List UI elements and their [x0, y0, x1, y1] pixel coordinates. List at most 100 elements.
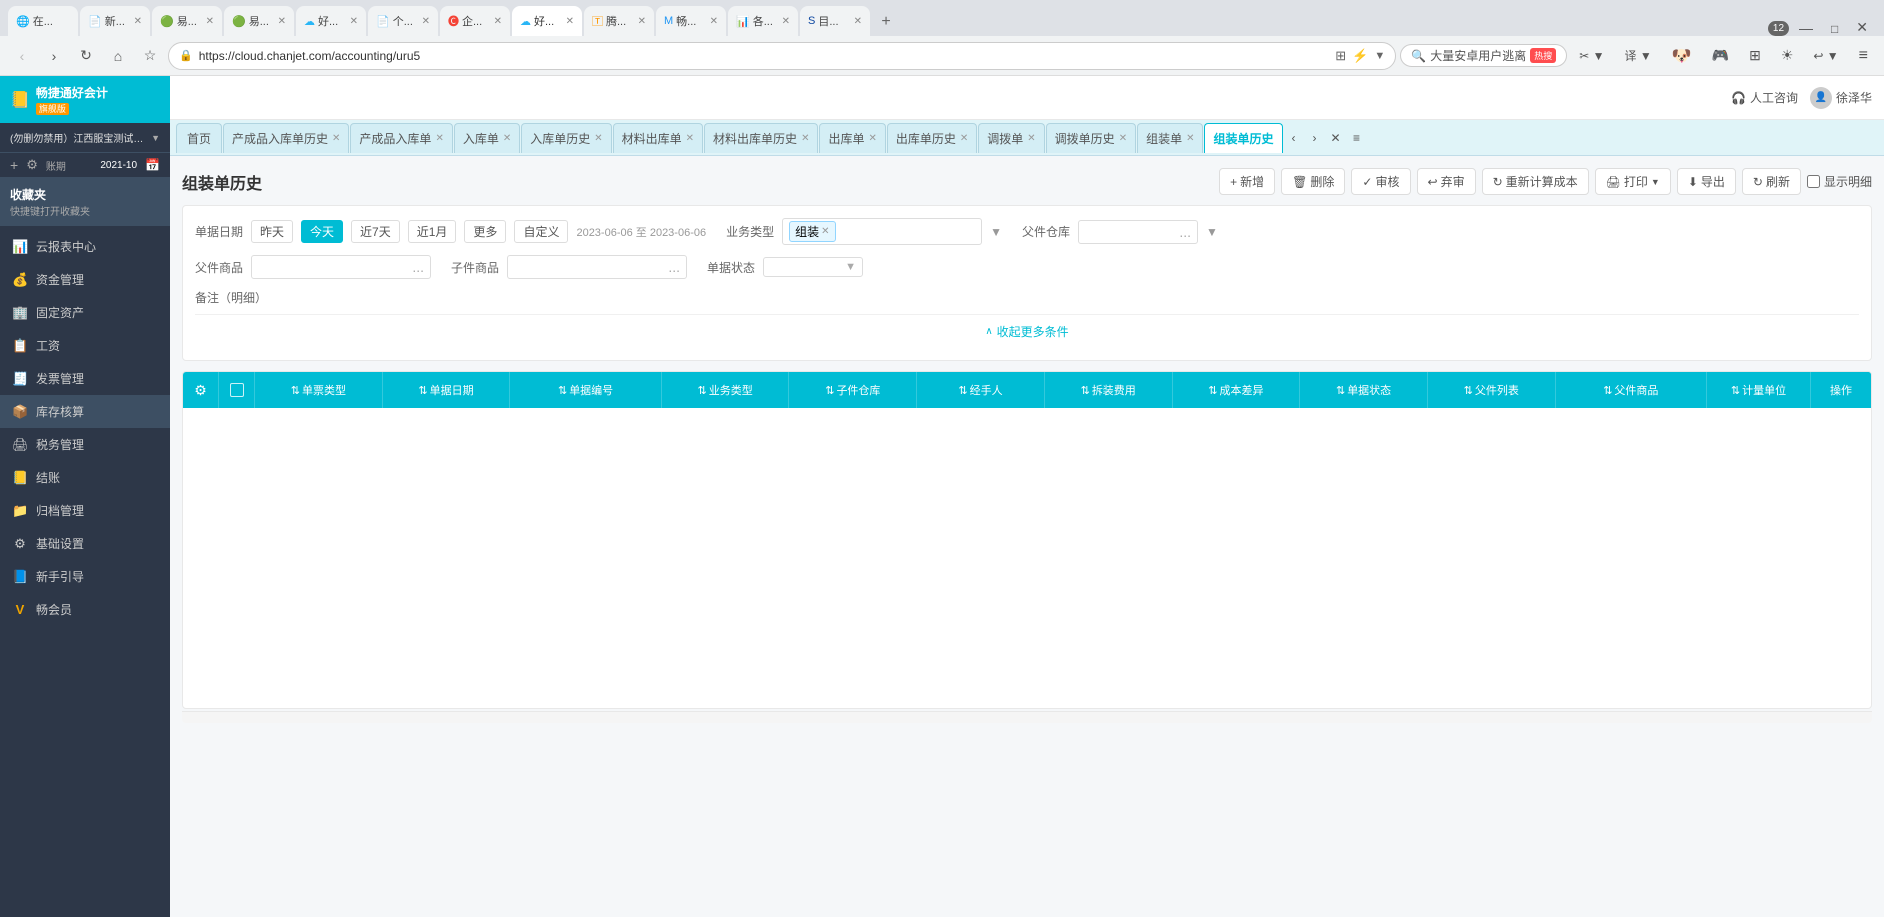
show-detail-checkbox-label[interactable]: 显示明细 — [1807, 173, 1872, 190]
browser-tab-3[interactable]: 🟢 易... ✕ — [152, 6, 222, 36]
tab-close[interactable]: ✕ — [332, 133, 340, 144]
sidebar-item-salary[interactable]: 📋 工资 — [0, 329, 170, 362]
th-parent-goods[interactable]: ⇅父件商品 — [1556, 372, 1707, 408]
horizontal-scrollbar[interactable] — [182, 711, 1872, 723]
th-settings[interactable]: ⚙ — [183, 372, 219, 408]
calendar-icon[interactable]: 📅 — [145, 158, 160, 172]
browser-tab-5[interactable]: ☁ 好... ✕ — [296, 6, 366, 36]
tab-close[interactable]: ✕ — [801, 133, 809, 144]
tab-material-out-history[interactable]: 材料出库单历史 ✕ — [704, 123, 818, 153]
sidebar-item-basic-settings[interactable]: ⚙ 基础设置 — [0, 527, 170, 560]
company-selector[interactable]: (勿删勿禁用）江西服宝测试专用 ▼ — [0, 123, 170, 153]
tab-transfer[interactable]: 调拨单 ✕ — [978, 123, 1044, 153]
date-btn-custom[interactable]: 自定义 — [514, 220, 568, 243]
browser-tab-12[interactable]: S 目... ✕ — [800, 6, 870, 36]
delete-button[interactable]: 🗑 删除 — [1281, 168, 1345, 195]
browser-tab-1[interactable]: 🌐 在... — [8, 6, 78, 36]
address-bar[interactable]: 🔒 https://cloud.chanjet.com/accounting/u… — [168, 42, 1396, 70]
plus-icon[interactable]: + — [10, 157, 18, 173]
tab-out-history[interactable]: 出库单历史 ✕ — [887, 123, 977, 153]
menu-btn[interactable]: ≡ — [1851, 44, 1876, 68]
sidebar-item-tax[interactable]: 🖨 税务管理 — [0, 428, 170, 461]
sidebar-item-settlement[interactable]: 📒 结账 — [0, 461, 170, 494]
service-btn[interactable]: 🎧 人工咨询 — [1731, 89, 1798, 106]
tab-assembly[interactable]: 组装单 ✕ — [1137, 123, 1203, 153]
order-status-select[interactable]: ▼ — [763, 257, 863, 277]
th-checkbox[interactable] — [219, 372, 255, 408]
back-btn[interactable]: ‹ — [8, 42, 36, 70]
tab-close[interactable]: ✕ — [134, 16, 142, 27]
tab-in-order[interactable]: 入库单 ✕ — [454, 123, 520, 153]
approve-button[interactable]: ✓ 审核 — [1351, 168, 1410, 195]
tab-close[interactable]: ✕ — [1186, 133, 1194, 144]
th-order-status[interactable]: ⇅单据状态 — [1300, 372, 1428, 408]
th-date[interactable]: ⇅单据日期 — [383, 372, 511, 408]
show-detail-checkbox[interactable] — [1807, 175, 1820, 188]
scissors-btn[interactable]: ✂ ▼ — [1571, 46, 1612, 66]
tab-in-history[interactable]: 入库单历史 ✕ — [521, 123, 611, 153]
header-checkbox[interactable] — [230, 383, 244, 397]
sidebar-item-fixed-assets[interactable]: 🏢 固定资产 — [0, 296, 170, 329]
minimize-btn[interactable]: — — [1791, 20, 1821, 36]
sidebar-item-cloud-report[interactable]: 📊 云报表中心 — [0, 230, 170, 263]
date-btn-last1month[interactable]: 近1月 — [408, 220, 457, 243]
bookmark-btn[interactable]: ☆ — [136, 42, 164, 70]
parent-goods-more-icon[interactable]: ... — [412, 259, 424, 275]
browser-tab-10[interactable]: M 畅... ✕ — [656, 6, 726, 36]
refresh-button[interactable]: ↻ 刷新 — [1742, 168, 1801, 195]
export-button[interactable]: ⬇ 导出 — [1677, 168, 1736, 195]
child-goods-input[interactable]: ... — [507, 255, 687, 279]
tab-close[interactable]: ✕ — [206, 16, 214, 27]
game-btn[interactable]: 🎮 — [1704, 44, 1737, 67]
date-btn-last7[interactable]: 近7天 — [351, 220, 400, 243]
browser-tab-11[interactable]: 📊 各... ✕ — [728, 6, 798, 36]
sidebar-item-fund[interactable]: 💰 资金管理 — [0, 263, 170, 296]
add-button[interactable]: + 新增 — [1219, 168, 1275, 195]
tab-home[interactable]: 首页 — [176, 123, 222, 153]
tab-close[interactable]: ✕ — [1027, 133, 1035, 144]
more-dots-icon[interactable]: ... — [1179, 224, 1191, 240]
dropdown-arrow[interactable]: ▼ — [1374, 50, 1385, 62]
sidebar-item-archive[interactable]: 📁 归档管理 — [0, 494, 170, 527]
tab-transfer-history[interactable]: 调拨单历史 ✕ — [1046, 123, 1136, 153]
sidebar-item-invoice[interactable]: 🧾 发票管理 — [0, 362, 170, 395]
browser-tab-2[interactable]: 📄 新... ✕ — [80, 6, 150, 36]
tab-production-in[interactable]: 产成品入库单 ✕ — [350, 123, 452, 153]
th-unit[interactable]: ⇅计量单位 — [1707, 372, 1811, 408]
tab-close[interactable]: ✕ — [782, 16, 790, 27]
translate-btn[interactable]: 译 ▼ — [1617, 44, 1660, 67]
tab-assembly-history-active[interactable]: 组装单历史 — [1204, 123, 1282, 153]
tab-close[interactable]: ✕ — [638, 16, 646, 27]
user-btn[interactable]: 👤 徐泽华 — [1810, 87, 1872, 109]
recalculate-button[interactable]: ↻ 重新计算成本 — [1482, 168, 1589, 195]
tab-close[interactable]: ✕ — [868, 133, 876, 144]
th-business[interactable]: ⇅业务类型 — [662, 372, 790, 408]
close-btn[interactable]: ✕ — [1848, 19, 1876, 36]
browser-tab-7[interactable]: 🅒 企... ✕ — [440, 6, 510, 36]
grid-btn[interactable]: ⊞ — [1741, 44, 1769, 67]
sidebar-item-inventory[interactable]: 📦 库存核算 — [0, 395, 170, 428]
tab-close-all[interactable]: ✕ — [1326, 128, 1346, 148]
tab-production-in-history[interactable]: 产成品入库单历史 ✕ — [223, 123, 349, 153]
browser-tab-4[interactable]: 🟢 易... ✕ — [224, 6, 294, 36]
parent-goods-input[interactable]: ... — [251, 255, 431, 279]
tab-close[interactable]: ✕ — [350, 16, 358, 27]
tab-close[interactable]: ✕ — [854, 16, 862, 27]
tab-close[interactable]: ✕ — [435, 133, 443, 144]
sun-btn[interactable]: ☀ — [1773, 44, 1802, 67]
tab-close[interactable]: ✕ — [1119, 133, 1127, 144]
date-btn-yesterday[interactable]: 昨天 — [251, 220, 293, 243]
th-child-warehouse[interactable]: ⇅子件仓库 — [789, 372, 917, 408]
warehouse-dropdown[interactable]: ▼ — [1206, 225, 1218, 239]
print-button[interactable]: 🖨 打印 ▼ — [1595, 168, 1671, 195]
emoji-btn[interactable]: 🐶 — [1664, 43, 1700, 69]
browser-tab-9[interactable]: 🅃 腾... ✕ — [584, 6, 654, 36]
undo-btn[interactable]: ↩ ▼ — [1805, 46, 1846, 66]
tab-close[interactable]: ✕ — [503, 133, 511, 144]
th-parent-list[interactable]: ⇅父件列表 — [1428, 372, 1556, 408]
sidebar-item-guide[interactable]: 📘 新手引导 — [0, 560, 170, 593]
forward-btn[interactable]: › — [40, 42, 68, 70]
reload-btn[interactable]: ↻ — [72, 42, 100, 70]
tab-material-out[interactable]: 材料出库单 ✕ — [613, 123, 703, 153]
tab-close[interactable]: ✕ — [278, 16, 286, 27]
